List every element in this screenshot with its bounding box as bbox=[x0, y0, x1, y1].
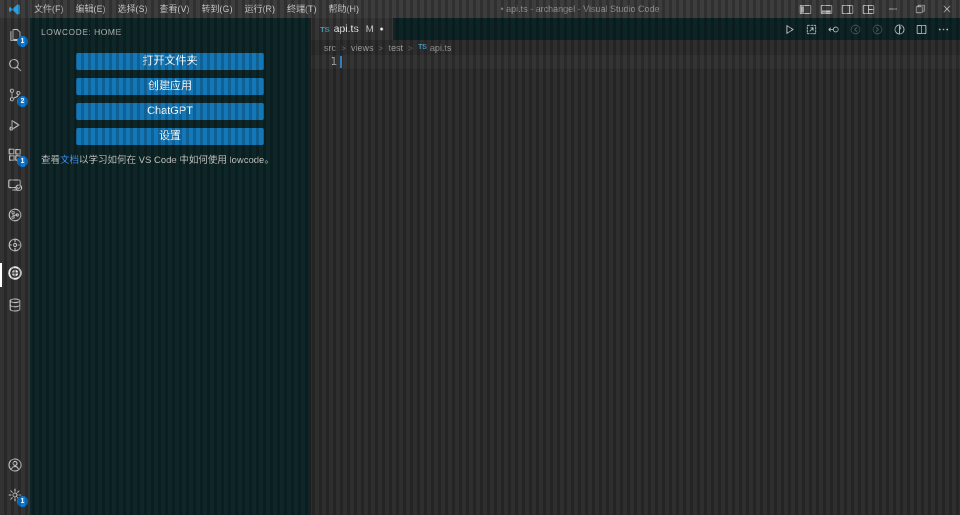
editor-pane[interactable]: 1 bbox=[311, 55, 960, 515]
help-prefix: 查看 bbox=[41, 155, 61, 166]
sidebar: LOWCODE: HOME 打开文件夹 创建应用 ChatGPT 设置 查看文档… bbox=[30, 18, 310, 515]
workbench: 1 2 1 1 LOWCODE: HOME 打开文件夹 创建应用 ChatGPT… bbox=[0, 18, 960, 515]
titlebar: 文件(F) 编辑(E) 选择(S) 查看(V) 转到(G) 运行(R) 终端(T… bbox=[0, 0, 960, 18]
breadcrumb-file-label: api.ts bbox=[429, 42, 452, 53]
minimize-icon[interactable] bbox=[879, 0, 906, 18]
activitybar-item-run-debug[interactable] bbox=[0, 110, 30, 140]
undo-icon[interactable] bbox=[825, 21, 842, 38]
close-icon[interactable] bbox=[933, 0, 960, 18]
activitybar-item-settings[interactable]: 1 bbox=[0, 480, 30, 510]
more-actions-icon[interactable] bbox=[935, 21, 952, 38]
activitybar-item-lowcode[interactable] bbox=[0, 260, 30, 290]
activitybar-item-pipeline[interactable] bbox=[0, 230, 30, 260]
commit-graph-icon bbox=[7, 207, 23, 223]
activity-bar: 1 2 1 1 bbox=[0, 18, 30, 515]
activitybar-item-database[interactable] bbox=[0, 290, 30, 320]
customize-layout-icon[interactable] bbox=[858, 0, 879, 18]
database-icon bbox=[7, 297, 23, 313]
chevron-right-icon: > bbox=[341, 42, 346, 53]
open-folder-button[interactable]: 打开文件夹 bbox=[76, 53, 264, 70]
vscode-window: 文件(F) 编辑(E) 选择(S) 查看(V) 转到(G) 运行(R) 终端(T… bbox=[0, 0, 960, 515]
vscode-logo-icon bbox=[0, 3, 28, 16]
gitlens-icon[interactable] bbox=[891, 21, 908, 38]
toggle-primary-sidebar-icon[interactable] bbox=[795, 0, 816, 18]
activitybar-item-source-control[interactable]: 2 bbox=[0, 80, 30, 110]
sidebar-title: LOWCODE: HOME bbox=[41, 27, 122, 37]
chevron-right-icon: > bbox=[378, 42, 384, 53]
extensions-badge: 1 bbox=[17, 156, 28, 167]
run-icon[interactable] bbox=[781, 21, 798, 38]
toggle-secondary-sidebar-icon[interactable] bbox=[837, 0, 858, 18]
menu-terminal[interactable]: 终端(T) bbox=[281, 0, 323, 18]
activitybar-item-explorer[interactable]: 1 bbox=[0, 20, 30, 50]
tab-api-ts[interactable]: TS api.ts M ● bbox=[311, 18, 394, 40]
source-control-badge: 2 bbox=[17, 96, 28, 107]
typescript-file-icon: TS bbox=[417, 44, 427, 51]
breadcrumb-views[interactable]: views bbox=[351, 43, 374, 53]
split-editor-icon[interactable] bbox=[913, 21, 930, 38]
menubar: 文件(F) 编辑(E) 选择(S) 查看(V) 转到(G) 运行(R) 终端(T… bbox=[28, 0, 365, 18]
open-changes-icon[interactable] bbox=[803, 21, 820, 38]
tab-label: api.ts bbox=[333, 23, 359, 35]
dirty-indicator[interactable]: ● bbox=[380, 26, 384, 33]
explorer-badge: 1 bbox=[17, 36, 28, 47]
previous-change-icon bbox=[847, 21, 864, 38]
menu-run[interactable]: 运行(R) bbox=[239, 0, 282, 18]
help-suffix: 以学习如何在 VS Code 中如何使用 lowcode。 bbox=[79, 155, 274, 166]
restore-icon[interactable] bbox=[906, 0, 933, 18]
activitybar-spacer bbox=[0, 320, 30, 450]
breadcrumb-file[interactable]: TS api.ts bbox=[418, 43, 451, 53]
editor-toolbar bbox=[781, 18, 960, 40]
breadcrumbs: src > views > test > TS api.ts bbox=[311, 40, 960, 55]
window-title: • api.ts - archangel - Visual Studio Cod… bbox=[500, 4, 660, 14]
code-line-1: 1 bbox=[311, 55, 960, 69]
sidebar-buttons: 打开文件夹 创建应用 ChatGPT 设置 bbox=[30, 53, 310, 145]
settings-button[interactable]: 设置 bbox=[76, 128, 264, 145]
docs-link[interactable]: 文档 bbox=[60, 155, 79, 166]
run-debug-icon bbox=[7, 117, 23, 133]
git-modified-badge: M bbox=[365, 23, 374, 35]
tab-bar: TS api.ts M ● bbox=[311, 18, 960, 40]
menu-help[interactable]: 帮助(H) bbox=[323, 0, 366, 18]
typescript-file-icon: TS bbox=[320, 24, 330, 34]
menu-view[interactable]: 查看(V) bbox=[154, 0, 196, 18]
chatgpt-button[interactable]: ChatGPT bbox=[76, 103, 264, 120]
breadcrumb-test[interactable]: test bbox=[388, 43, 403, 53]
lowcode-icon bbox=[7, 265, 23, 286]
line-number: 1 bbox=[330, 56, 337, 68]
activitybar-item-remote-monitor[interactable] bbox=[0, 170, 30, 200]
activitybar-item-extensions[interactable]: 1 bbox=[0, 140, 30, 170]
menu-file[interactable]: 文件(F) bbox=[28, 0, 70, 18]
create-app-button[interactable]: 创建应用 bbox=[76, 78, 264, 95]
breadcrumb-src[interactable]: src bbox=[324, 43, 336, 53]
chevron-right-icon: > bbox=[407, 42, 413, 53]
menu-go[interactable]: 转到(G) bbox=[196, 0, 239, 18]
sidebar-help-text: 查看文档以学习如何在 VS Code 中如何使用 lowcode。 bbox=[41, 155, 299, 167]
account-icon bbox=[7, 457, 23, 473]
toggle-panel-icon[interactable] bbox=[816, 0, 837, 18]
text-cursor bbox=[340, 56, 342, 68]
titlebar-controls bbox=[795, 0, 960, 18]
settings-badge: 1 bbox=[17, 496, 28, 507]
pipeline-icon bbox=[7, 237, 23, 253]
next-change-icon bbox=[869, 21, 886, 38]
menu-selection[interactable]: 选择(S) bbox=[112, 0, 154, 18]
activitybar-item-search[interactable] bbox=[0, 50, 30, 80]
editor-group: TS api.ts M ● src > views > test > TS ap… bbox=[310, 18, 960, 515]
menu-edit[interactable]: 编辑(E) bbox=[70, 0, 112, 18]
activitybar-item-account[interactable] bbox=[0, 450, 30, 480]
search-icon bbox=[7, 57, 23, 73]
remote-monitor-icon bbox=[7, 177, 23, 193]
activitybar-item-commit-graph[interactable] bbox=[0, 200, 30, 230]
